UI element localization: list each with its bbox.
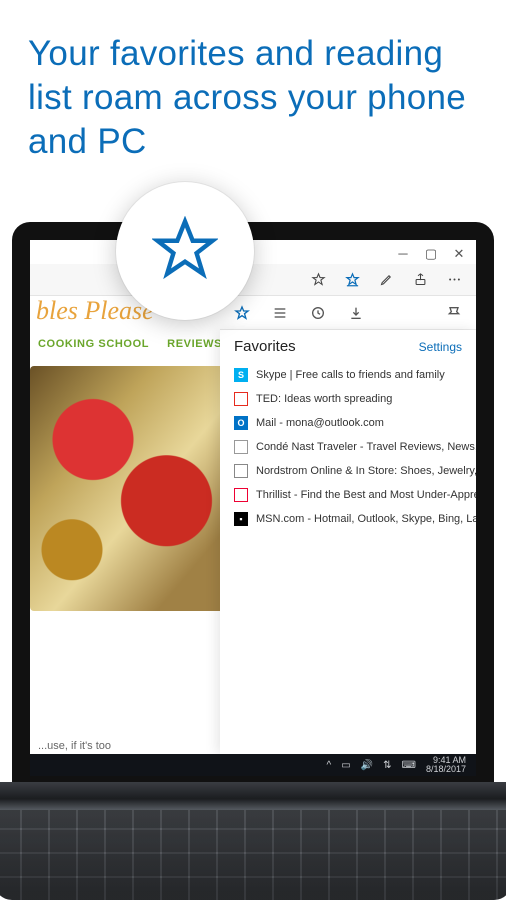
star-callout-bubble <box>116 182 254 320</box>
minimize-button[interactable]: ─ <box>396 246 410 262</box>
hub-history-tab-icon[interactable] <box>310 305 326 321</box>
favorite-title: Mail - mona@outlook.com <box>256 417 384 429</box>
laptop-mock: ─ ▢ ✕ <box>0 220 506 900</box>
window-controls: ─ ▢ ✕ <box>386 240 476 268</box>
hub-tabs <box>220 296 476 330</box>
hub-readinglist-tab-icon[interactable] <box>272 305 288 321</box>
screen-bezel: ─ ▢ ✕ <box>12 222 494 782</box>
laptop-hinge <box>0 782 506 810</box>
taskbar: ^ ▭ 🔊 ⇅ ⌨ 9:41 AM 8/18/2017 <box>30 754 476 776</box>
favicon-icon: O <box>234 416 248 430</box>
add-favorite-star-icon[interactable] <box>310 272 326 288</box>
more-icon[interactable] <box>446 272 462 288</box>
favicon-icon: T <box>234 488 248 502</box>
favorite-title: Condé Nast Traveler - Travel Reviews, Ne… <box>256 441 476 453</box>
tray-keyboard-icon[interactable]: ⌨ <box>402 760 416 771</box>
favorite-item[interactable]: N Nordstrom Online & In Store: Shoes, Jew… <box>228 459 476 483</box>
favicon-icon: C <box>234 440 248 454</box>
screen: ─ ▢ ✕ <box>30 240 476 776</box>
recipe-photo <box>30 366 240 611</box>
star-icon <box>152 216 218 287</box>
favorite-title: Thrillist - Find the Best and Most Under… <box>256 489 476 501</box>
hub-downloads-tab-icon[interactable] <box>348 305 364 321</box>
favorite-item[interactable]: T Thrillist - Find the Best and Most Unde… <box>228 483 476 507</box>
favicon-icon: T <box>234 392 248 406</box>
nav-cooking-school[interactable]: COOKING SCHOOL <box>38 338 149 350</box>
pin-icon[interactable] <box>446 305 462 321</box>
tray-speaker-icon[interactable]: 🔊 <box>361 760 373 771</box>
taskbar-clock[interactable]: 9:41 AM 8/18/2017 <box>426 756 466 774</box>
favorite-item[interactable]: C Condé Nast Traveler - Travel Reviews, N… <box>228 435 476 459</box>
favorite-item[interactable]: S Skype | Free calls to friends and famil… <box>228 363 476 387</box>
tray-battery-icon[interactable]: ▭ <box>341 760 350 771</box>
favorites-panel: Favorites Settings S Skype | Free calls t… <box>220 330 476 754</box>
tray-wifi-icon[interactable]: ⇅ <box>383 760 391 771</box>
favorites-settings-link[interactable]: Settings <box>419 340 462 354</box>
favorite-title: Nordstrom Online & In Store: Shoes, Jewe… <box>256 465 476 477</box>
nav-reviews[interactable]: REVIEWS <box>167 338 222 350</box>
favicon-icon: S <box>234 368 248 382</box>
close-button[interactable]: ✕ <box>452 246 466 262</box>
favicon-icon: N <box>234 464 248 478</box>
browser-toolbar <box>30 264 476 296</box>
laptop-keyboard <box>0 810 506 900</box>
promo-headline: Your favorites and reading list roam acr… <box>0 0 506 163</box>
favorites-title: Favorites <box>234 338 296 355</box>
pen-icon[interactable] <box>378 272 394 288</box>
maximize-button[interactable]: ▢ <box>424 246 438 262</box>
favorite-title: Skype | Free calls to friends and family <box>256 369 445 381</box>
favorite-item[interactable]: ▪ MSN.com - Hotmail, Outlook, Skype, Bing… <box>228 507 476 531</box>
favorite-title: TED: Ideas worth spreading <box>256 393 392 405</box>
page-tagline: ...use, if it's too <box>38 740 111 752</box>
favorites-list: S Skype | Free calls to friends and famil… <box>220 361 476 531</box>
favorite-item[interactable]: T TED: Ideas worth spreading <box>228 387 476 411</box>
share-icon[interactable] <box>412 272 428 288</box>
hub-star-icon[interactable] <box>344 272 360 288</box>
favorite-item[interactable]: O Mail - mona@outlook.com <box>228 411 476 435</box>
tray-chevron-icon[interactable]: ^ <box>327 760 332 771</box>
favorite-title: MSN.com - Hotmail, Outlook, Skype, Bing,… <box>256 513 476 525</box>
hub-favorites-tab-icon[interactable] <box>234 305 250 321</box>
favicon-icon: ▪ <box>234 512 248 526</box>
